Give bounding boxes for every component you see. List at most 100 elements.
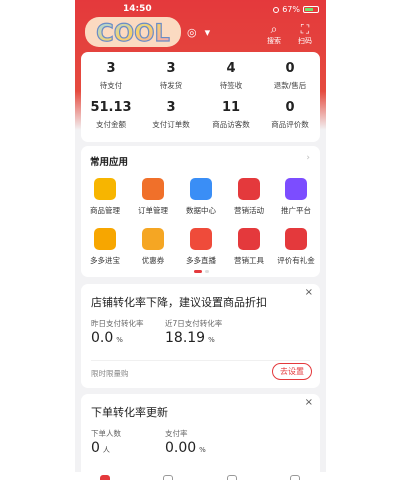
close-icon[interactable]: ×	[305, 287, 313, 298]
close-icon[interactable]: ×	[305, 397, 313, 408]
app-label: 商品管理	[90, 206, 120, 215]
stat-paid-orders[interactable]: 3 支付订单数	[141, 100, 201, 130]
stat-product-visitors[interactable]: 11 商品访客数	[201, 100, 261, 130]
tip-title: 店铺转化率下降，建议设置商品折扣	[91, 296, 267, 309]
metric-value: 0人	[91, 440, 110, 456]
app-label: 订单管理	[138, 206, 168, 215]
live-play-icon	[190, 228, 212, 250]
goods-tab-icon[interactable]	[227, 475, 237, 480]
rocket-icon	[285, 178, 307, 200]
scan-label: 扫码	[298, 37, 312, 45]
scan-icon: ⛶	[300, 22, 310, 36]
bottom-tab-bar	[75, 472, 326, 480]
app-label: 优惠券	[141, 256, 165, 265]
search-label: 搜索	[267, 37, 281, 45]
app-review-rewards[interactable]: 评价有礼金	[272, 228, 320, 266]
order-scroll-icon	[142, 178, 164, 200]
shop-switch[interactable]: ◎ ▾	[187, 26, 210, 39]
divider	[91, 360, 310, 361]
app-data-center[interactable]: 数据中心	[177, 178, 225, 216]
stat-label: 支付金额	[96, 120, 126, 129]
order-conversion-card: 下单转化率更新 × 下单人数 0人 支付率 0.00%	[81, 394, 320, 480]
phone-screen: 14:50 67% COOL ◎ ▾ ⌕ 搜索 ⛶ 扫码 3 待支付 3 待发货…	[75, 0, 326, 480]
metric-label: 近7日支付转化率	[165, 319, 223, 328]
app-promotion-platform[interactable]: 推广平台	[272, 178, 320, 216]
stat-value: 3	[106, 61, 116, 76]
stat-label: 商品评价数	[271, 120, 309, 129]
stat-pending-shipment[interactable]: 3 待发货	[141, 61, 201, 91]
bar-chart-icon	[190, 178, 212, 200]
search-icon: ⌕	[270, 22, 278, 36]
battery-icon	[303, 6, 319, 13]
page-dot-active	[194, 270, 202, 273]
stat-pending-payment[interactable]: 3 待支付	[81, 61, 141, 91]
app-label: 评价有礼金	[277, 256, 315, 265]
treasure-icon	[94, 228, 116, 250]
app-live-stream[interactable]: 多多直播	[177, 228, 225, 266]
app-label: 多多直播	[186, 256, 216, 265]
coupon-icon	[142, 228, 164, 250]
stat-refunds[interactable]: 0 退款/售后	[260, 61, 320, 91]
store-icon: ◎	[187, 26, 197, 39]
app-duoduo-jinbao[interactable]: 多多进宝	[81, 228, 129, 266]
page-indicator	[194, 270, 209, 273]
app-label: 推广平台	[281, 206, 311, 215]
common-apps-card: 常用应用 › 商品管理 订单管理 数据中心 营销活动 推广平台 多多进宝 优惠券…	[81, 146, 320, 277]
stat-product-reviews[interactable]: 0 商品评价数	[260, 100, 320, 130]
stat-value: 4	[226, 61, 236, 76]
metric-value: 0.00%	[165, 440, 206, 456]
metric-value: 0.0%	[91, 330, 123, 346]
stat-payment-amount[interactable]: 51.13 支付金额	[81, 100, 141, 130]
app-marketing-activity[interactable]: 营销活动	[225, 178, 273, 216]
messages-tab-icon[interactable]	[163, 475, 173, 480]
stat-label: 待发货	[159, 81, 183, 90]
app-label: 营销工具	[234, 256, 264, 265]
tip-title: 下单转化率更新	[91, 406, 168, 419]
battery-percent: 67%	[282, 5, 300, 14]
app-product-management[interactable]: 商品管理	[81, 178, 129, 216]
status-right: 67%	[273, 5, 319, 14]
metric-value: 18.19%	[165, 330, 215, 346]
stat-label: 商品访客数	[212, 120, 250, 129]
scan-button[interactable]: ⛶ 扫码	[290, 22, 320, 46]
app-label: 数据中心	[186, 206, 216, 215]
toolbox-icon	[238, 228, 260, 250]
chevron-down-icon: ▾	[204, 26, 211, 39]
shopping-bag-icon	[94, 178, 116, 200]
heart-icon	[238, 178, 260, 200]
metric-label: 下单人数	[91, 429, 121, 438]
cool-sticker-text: COOL	[96, 19, 170, 47]
page-dot	[205, 270, 209, 273]
app-label: 营销活动	[234, 206, 264, 215]
stat-value: 51.13	[90, 100, 132, 115]
stat-pending-receipt[interactable]: 4 待签收	[201, 61, 261, 91]
app-order-management[interactable]: 订单管理	[129, 178, 177, 216]
profile-tab-icon[interactable]	[290, 475, 300, 480]
stats-card: 3 待支付 3 待发货 4 待签收 0 退款/售后 51.13 支付金额 3 支…	[81, 52, 320, 142]
stat-label: 退款/售后	[273, 81, 307, 90]
app-coupons[interactable]: 优惠券	[129, 228, 177, 266]
status-time: 14:50	[123, 4, 152, 14]
stat-label: 待签收	[219, 81, 243, 90]
apps-title: 常用应用	[90, 157, 129, 168]
metric-label: 昨日支付转化率	[91, 319, 144, 328]
stat-value: 11	[221, 100, 241, 115]
star-gift-icon	[285, 228, 307, 250]
home-tab-icon[interactable]	[100, 475, 110, 480]
stat-value: 0	[285, 100, 295, 115]
stat-value: 3	[166, 61, 176, 76]
app-marketing-tools[interactable]: 营销工具	[225, 228, 273, 266]
conversion-tip-card: 店铺转化率下降，建议设置商品折扣 × 昨日支付转化率 0.0% 近7日支付转化率…	[81, 284, 320, 388]
stat-label: 支付订单数	[152, 120, 190, 129]
chevron-right-icon[interactable]: ›	[306, 153, 310, 163]
search-button[interactable]: ⌕ 搜索	[259, 22, 289, 46]
tip-footer-label: 限时限量购	[91, 369, 129, 378]
stat-value: 3	[166, 100, 176, 115]
go-set-button[interactable]: 去设置	[272, 363, 312, 380]
signal-icon	[273, 6, 280, 13]
metric-label: 支付率	[165, 429, 188, 438]
app-label: 多多进宝	[90, 256, 120, 265]
stat-value: 0	[285, 61, 295, 76]
stat-label: 待支付	[99, 81, 123, 90]
cool-sticker-logo: COOL	[85, 17, 181, 48]
